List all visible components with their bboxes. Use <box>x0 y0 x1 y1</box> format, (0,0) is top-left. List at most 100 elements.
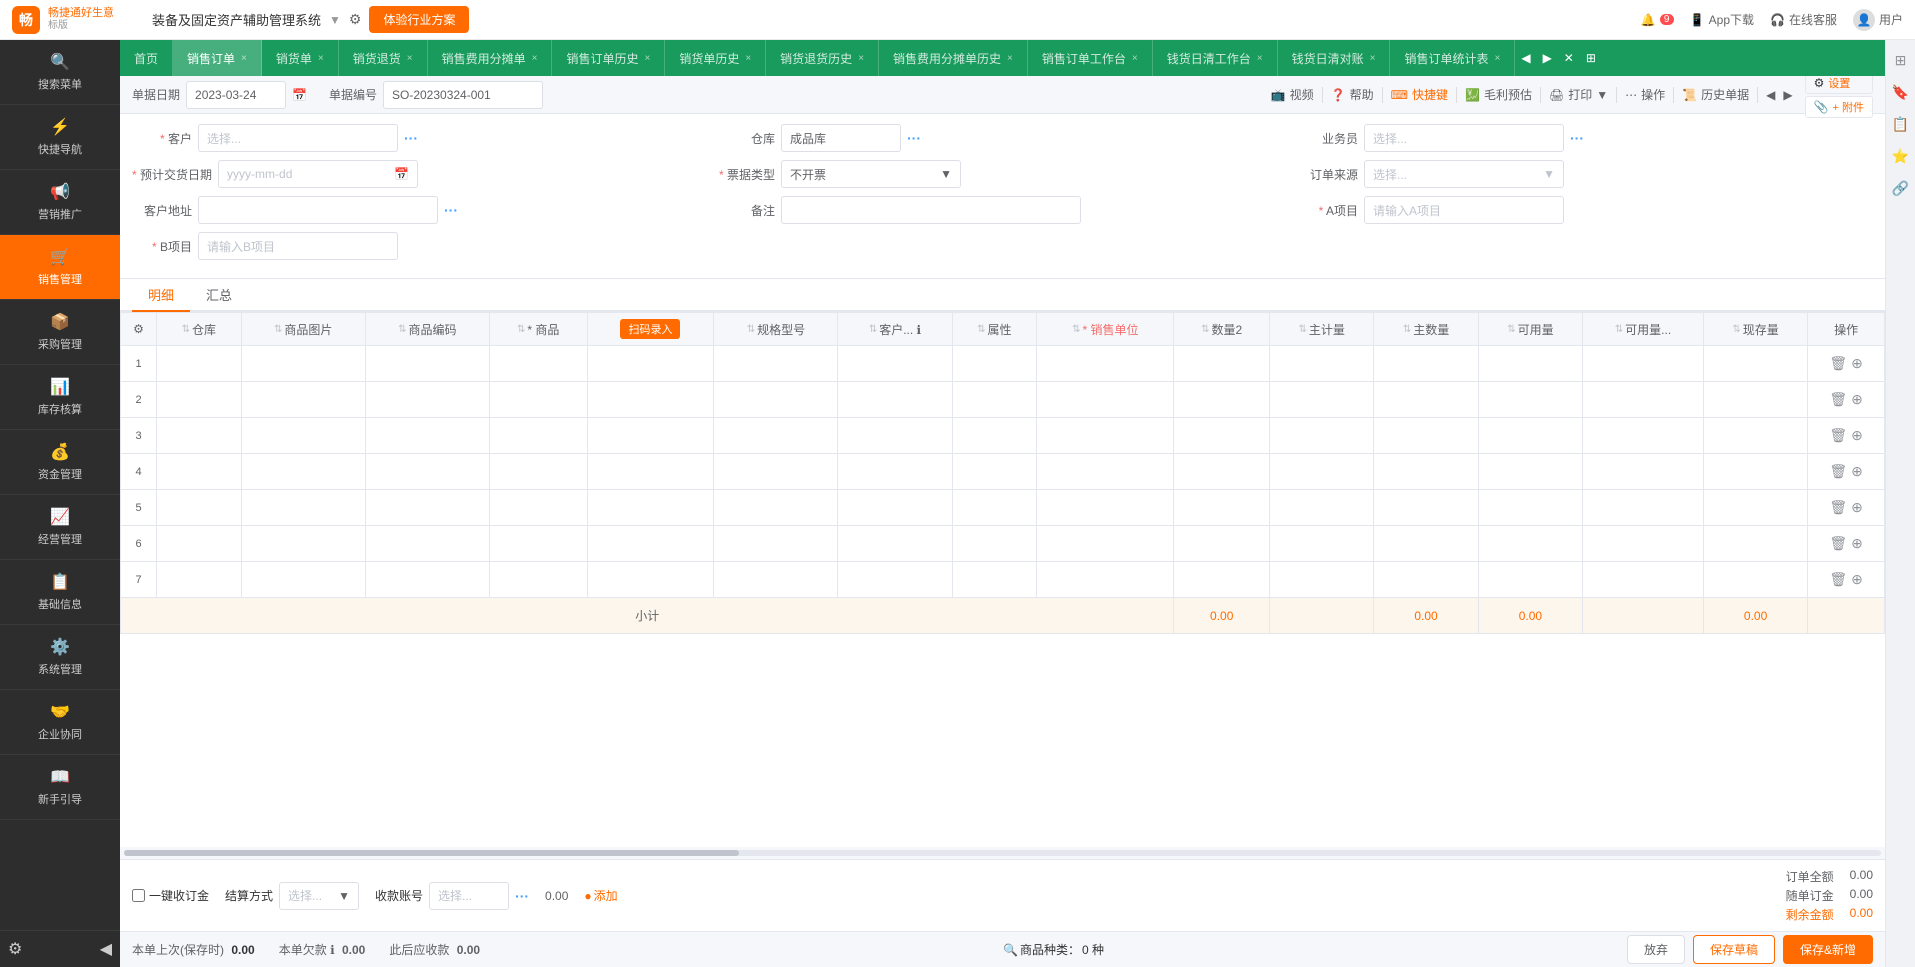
table-cell[interactable] <box>365 418 489 454</box>
date-input[interactable]: 2023-03-24 <box>186 81 286 109</box>
sidebar-item-search[interactable]: 🔍 搜索菜单 <box>0 40 120 105</box>
settings-btn[interactable]: ⚙ 设置 <box>1805 76 1873 94</box>
tab-close-sales-order[interactable]: × <box>241 53 247 64</box>
table-cell[interactable] <box>1703 562 1807 598</box>
toolbar-print[interactable]: 🖨 打印 ▼ <box>1549 86 1608 103</box>
table-cell[interactable] <box>587 526 714 562</box>
table-cell[interactable] <box>365 526 489 562</box>
table-cell[interactable] <box>241 526 365 562</box>
receipt-select[interactable]: 选择... <box>429 882 509 910</box>
th-spec[interactable]: ⇅规格型号 <box>714 313 838 346</box>
receipt-expand-btn[interactable]: ··· <box>515 888 529 904</box>
copy-icon[interactable]: ⊕ <box>1851 391 1863 408</box>
th-settings[interactable]: ⚙ <box>121 313 157 346</box>
table-cell[interactable] <box>1174 418 1270 454</box>
calendar-icon[interactable]: 📅 <box>292 88 307 102</box>
customer-expand-btn[interactable]: ··· <box>404 130 418 146</box>
table-cell[interactable] <box>1703 454 1807 490</box>
order-source-input[interactable]: 选择... ▼ <box>1364 160 1564 188</box>
delete-icon[interactable]: 🗑 <box>1829 427 1847 444</box>
table-cell[interactable] <box>241 382 365 418</box>
tab-close-order-workbench[interactable]: × <box>1132 53 1138 64</box>
table-cell[interactable] <box>952 454 1037 490</box>
th-attr[interactable]: ⇅属性 <box>952 313 1037 346</box>
table-cell[interactable] <box>587 562 714 598</box>
table-cell[interactable] <box>1374 562 1478 598</box>
table-cell[interactable] <box>241 562 365 598</box>
customer-addr-input[interactable] <box>198 196 438 224</box>
tab-close-sales-invoice[interactable]: × <box>318 53 324 64</box>
table-cell[interactable] <box>157 454 242 490</box>
table-cell[interactable] <box>157 346 242 382</box>
table-cell[interactable] <box>1174 346 1270 382</box>
tab-order-workbench[interactable]: 销售订单工作台 × <box>1028 40 1153 76</box>
sidebar-item-quicknav[interactable]: ⚡ 快捷导航 <box>0 105 120 170</box>
table-cell[interactable] <box>489 418 587 454</box>
tab-nav-menu[interactable]: ⊞ <box>1580 40 1602 76</box>
customer-input[interactable]: 选择... <box>198 124 398 152</box>
table-cell[interactable] <box>1270 418 1374 454</box>
table-cell[interactable] <box>1583 382 1704 418</box>
copy-icon[interactable]: ⊕ <box>1851 355 1863 372</box>
table-cell[interactable] <box>1037 454 1174 490</box>
table-cell[interactable] <box>1037 562 1174 598</box>
table-cell[interactable] <box>1374 346 1478 382</box>
tab-daily-reconciliation[interactable]: 钱货日清对账 × <box>1278 40 1391 76</box>
table-cell[interactable] <box>587 418 714 454</box>
table-cell[interactable] <box>1270 346 1374 382</box>
table-cell[interactable] <box>587 454 714 490</box>
table-cell[interactable] <box>838 562 952 598</box>
a-project-input[interactable]: 请输入A项目 <box>1364 196 1564 224</box>
table-cell[interactable] <box>365 382 489 418</box>
tab-summary[interactable]: 汇总 <box>190 279 248 312</box>
sidebar-item-sales[interactable]: 🛒 销售管理 <box>0 235 120 300</box>
scrollbar-track[interactable] <box>124 850 1881 856</box>
table-cell[interactable] <box>587 346 714 382</box>
th-main-qty[interactable]: ⇅主数量 <box>1374 313 1478 346</box>
settlement-select[interactable]: 选择... ▼ <box>279 882 359 910</box>
table-cell[interactable] <box>1270 454 1374 490</box>
copy-icon[interactable]: ⊕ <box>1851 427 1863 444</box>
table-cell[interactable] <box>1174 382 1270 418</box>
tab-close-invoice-history[interactable]: × <box>745 53 751 64</box>
table-cell[interactable] <box>714 454 838 490</box>
save-new-btn[interactable]: 保存&新增 <box>1783 935 1873 964</box>
table-cell[interactable] <box>1037 346 1174 382</box>
discard-btn[interactable]: 放弃 <box>1627 935 1685 964</box>
tab-expense-history[interactable]: 销售费用分摊单历史 × <box>879 40 1028 76</box>
tab-sales-order-history[interactable]: 销售订单历史 × <box>552 40 665 76</box>
table-cell[interactable] <box>489 454 587 490</box>
staff-input[interactable]: 选择... <box>1364 124 1564 152</box>
sidebar-item-guide[interactable]: 📖 新手引导 <box>0 755 120 820</box>
right-panel-icon-5[interactable]: 🔗 <box>1889 176 1913 200</box>
th-available[interactable]: ⇅可用量 <box>1478 313 1582 346</box>
one-click-checkbox[interactable] <box>132 889 145 902</box>
tab-invoice-history[interactable]: 销货单历史 × <box>665 40 766 76</box>
table-cell[interactable] <box>714 382 838 418</box>
table-cell[interactable] <box>1174 490 1270 526</box>
table-cell[interactable] <box>489 346 587 382</box>
tab-detail[interactable]: 明细 <box>132 279 190 312</box>
sidebar-item-marketing[interactable]: 📢 营销推广 <box>0 170 120 235</box>
tab-close-return-history[interactable]: × <box>858 53 864 64</box>
table-cell[interactable] <box>587 382 714 418</box>
tab-close-sales-stats[interactable]: × <box>1494 53 1500 64</box>
table-cell[interactable] <box>489 490 587 526</box>
table-cell[interactable] <box>1174 454 1270 490</box>
th-qty2[interactable]: ⇅数量2 <box>1174 313 1270 346</box>
toolbar-history[interactable]: 📜 历史单据 <box>1682 86 1749 103</box>
table-cell[interactable] <box>1478 454 1582 490</box>
copy-icon[interactable]: ⊕ <box>1851 499 1863 516</box>
table-cell[interactable] <box>365 346 489 382</box>
notification-bell[interactable]: 🔔 9 9 <box>1641 13 1674 27</box>
sidebar-settings-icon[interactable]: ⚙ <box>8 939 22 959</box>
table-cell[interactable] <box>838 526 952 562</box>
table-cell[interactable] <box>1478 382 1582 418</box>
table-cell[interactable] <box>714 526 838 562</box>
table-cell[interactable] <box>1478 526 1582 562</box>
sidebar-item-purchase[interactable]: 📦 采购管理 <box>0 300 120 365</box>
settings-icon[interactable]: ⚙ <box>349 11 362 28</box>
toolbar-nav-prev[interactable]: ◀ <box>1766 88 1775 102</box>
delete-icon[interactable]: 🗑 <box>1829 499 1847 516</box>
table-cell[interactable] <box>241 490 365 526</box>
